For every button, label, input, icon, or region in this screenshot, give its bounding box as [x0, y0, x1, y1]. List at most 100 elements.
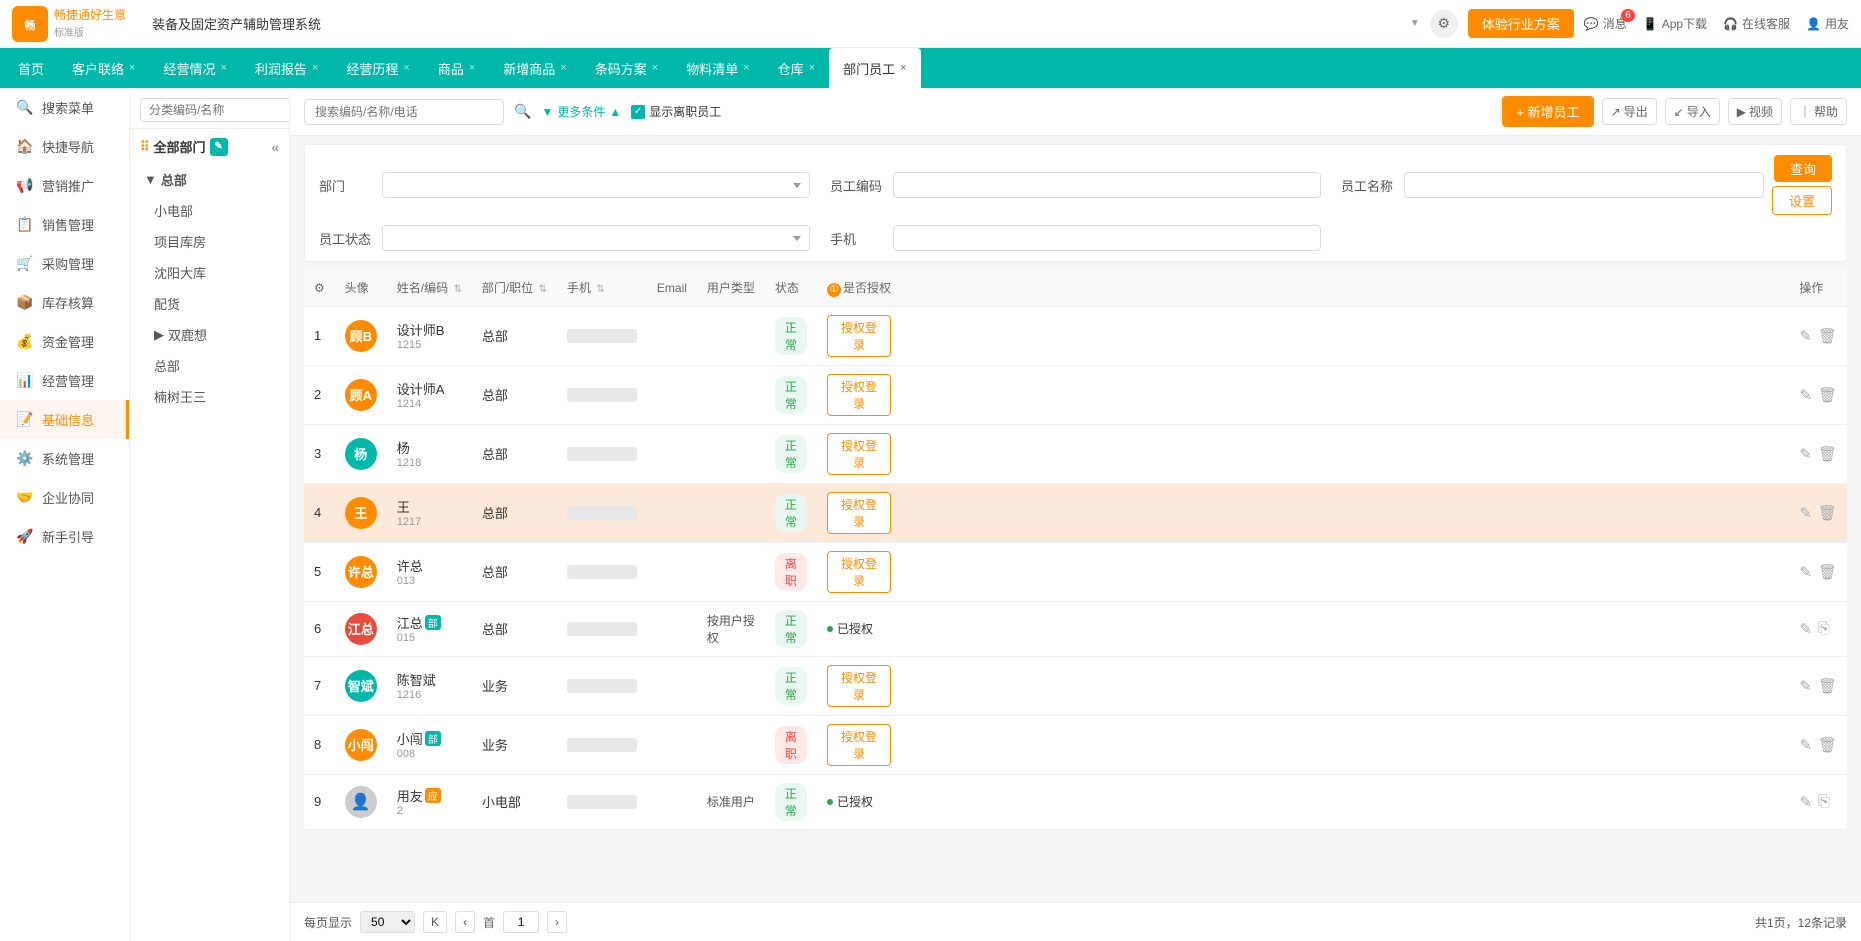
sidebar-item-marketing[interactable]: 📢 营销推广 — [0, 166, 129, 205]
dept-item-headquarter2[interactable]: 总部 — [130, 350, 289, 381]
prev-page-button[interactable]: ‹ — [455, 911, 475, 933]
export-button[interactable]: ↗ 导出 — [1602, 98, 1657, 125]
nav-tab-operation[interactable]: 经营情况 × — [149, 48, 240, 88]
first-page-button[interactable]: K — [423, 911, 447, 933]
emp-status-select[interactable] — [382, 225, 810, 251]
page-size-select[interactable]: 50 20 100 — [360, 911, 415, 933]
next-page-button[interactable]: › — [547, 911, 567, 933]
delete-icon[interactable]: 🗑 — [1818, 386, 1837, 404]
nav-tab-customer[interactable]: 客户联络 × — [58, 48, 149, 88]
nav-tab-profit[interactable]: 利润报告 × — [241, 48, 332, 88]
nav-tab-bom[interactable]: 物料清单 × — [672, 48, 763, 88]
help-button[interactable]: ｜ 帮助 — [1790, 98, 1847, 125]
nav-tab-new-goods[interactable]: 新增商品 × — [489, 48, 580, 88]
sidebar-item-purchase[interactable]: 🛒 采购管理 — [0, 244, 129, 283]
auth-button[interactable]: 授权登录 — [827, 433, 891, 475]
copy-icon[interactable]: ⎘ — [1818, 793, 1830, 811]
close-icon[interactable]: × — [129, 62, 135, 74]
edit-icon[interactable]: ✎ — [1799, 677, 1812, 695]
more-filter-button[interactable]: ▼ 更多条件 ▲ — [541, 103, 621, 120]
dept-filter-select[interactable] — [382, 172, 810, 198]
search-button[interactable]: 🔍 — [514, 103, 531, 120]
nav-tab-home[interactable]: 首页 — [4, 48, 58, 88]
import-button[interactable]: ↙ 导入 — [1665, 98, 1720, 125]
col-name-code[interactable]: 姓名/编码 ⇅ — [387, 270, 472, 306]
close-icon[interactable]: × — [403, 62, 409, 74]
auth-button[interactable]: 授权登录 — [827, 315, 891, 357]
close-icon[interactable]: × — [743, 62, 749, 74]
auth-button[interactable]: 授权登录 — [827, 492, 891, 534]
auth-button[interactable]: 授权登录 — [827, 665, 891, 707]
close-icon[interactable]: × — [809, 62, 815, 74]
sidebar-item-finance[interactable]: 💰 资金管理 — [0, 322, 129, 361]
nav-tab-history[interactable]: 经营历程 × — [332, 48, 423, 88]
close-icon[interactable]: × — [469, 62, 475, 74]
page-number-input[interactable] — [503, 911, 539, 933]
message-button[interactable]: 💬 消息 6 — [1584, 15, 1627, 32]
edit-icon[interactable]: ✎ — [1799, 736, 1812, 754]
search-input[interactable] — [304, 99, 504, 125]
nav-tab-warehouse[interactable]: 仓库 × — [764, 48, 829, 88]
edit-icon[interactable]: ✎ — [1799, 504, 1812, 522]
emp-code-input[interactable] — [893, 172, 1321, 198]
edit-icon[interactable]: ✎ — [1799, 793, 1812, 811]
col-settings[interactable]: ⚙ — [304, 270, 335, 306]
sidebar-item-search[interactable]: 🔍 搜索菜单 — [0, 88, 129, 127]
add-employee-button[interactable]: + 新增员工 — [1502, 96, 1593, 127]
sidebar-item-guide[interactable]: 🚀 新手引导 — [0, 517, 129, 556]
nav-tab-barcode[interactable]: 条码方案 × — [581, 48, 672, 88]
copy-icon[interactable]: ⎘ — [1818, 620, 1830, 638]
delete-icon[interactable]: 🗑 — [1818, 736, 1837, 754]
app-download-button[interactable]: 📱 App下载 — [1643, 15, 1707, 32]
sidebar-item-business[interactable]: 📊 经营管理 — [0, 361, 129, 400]
video-button[interactable]: ▶ 视频 — [1728, 98, 1782, 125]
dept-item-distribution[interactable]: 配货 — [130, 288, 289, 319]
online-service-button[interactable]: 🎧 在线客服 — [1723, 15, 1790, 32]
dept-edit-icon[interactable]: ✎ — [210, 138, 228, 156]
auth-button[interactable]: 授权登录 — [827, 551, 891, 593]
dept-item-headquarter[interactable]: ▼ 总部 — [130, 164, 289, 195]
system-dropdown-arrow[interactable]: ▼ — [1410, 18, 1420, 29]
collapse-tree-button[interactable]: « — [271, 139, 279, 155]
col-phone[interactable]: 手机 ⇅ — [557, 270, 647, 306]
edit-icon[interactable]: ✎ — [1799, 327, 1812, 345]
edit-icon[interactable]: ✎ — [1799, 620, 1812, 638]
dept-search-input[interactable] — [140, 98, 290, 122]
dept-item-project-warehouse[interactable]: 项目库房 — [130, 226, 289, 257]
sidebar-item-inventory[interactable]: 📦 库存核算 — [0, 283, 129, 322]
delete-icon[interactable]: 🗑 — [1818, 327, 1837, 345]
trial-button[interactable]: 体验行业方案 — [1468, 9, 1574, 38]
nav-tab-dept-staff[interactable]: 部门员工 × — [829, 48, 920, 88]
sidebar-item-sales[interactable]: 📋 销售管理 — [0, 205, 129, 244]
close-icon[interactable]: × — [900, 62, 906, 74]
edit-icon[interactable]: ✎ — [1799, 386, 1812, 404]
delete-icon[interactable]: 🗑 — [1818, 563, 1837, 581]
edit-icon[interactable]: ✎ — [1799, 563, 1812, 581]
sidebar-item-quick-nav[interactable]: 🏠 快捷导航 — [0, 127, 129, 166]
dept-item-nanshuwang[interactable]: 楠树王三 — [130, 381, 289, 412]
delete-icon[interactable]: 🗑 — [1818, 445, 1837, 463]
reset-button[interactable]: 设置 — [1772, 186, 1832, 215]
auth-button[interactable]: 授权登录 — [827, 724, 891, 766]
col-dept-position[interactable]: 部门/职位 ⇅ — [472, 270, 557, 306]
sidebar-item-basic-info[interactable]: 📝 基础信息 — [0, 400, 129, 439]
settings-button[interactable]: ⚙ — [1430, 10, 1458, 38]
close-icon[interactable]: × — [560, 62, 566, 74]
delete-icon[interactable]: 🗑 — [1818, 504, 1837, 522]
user-avatar-button[interactable]: 👤 用友 — [1806, 15, 1849, 32]
close-icon[interactable]: × — [312, 62, 318, 74]
phone-input[interactable] — [893, 225, 1321, 251]
dept-item-small-elec[interactable]: 小电部 — [130, 195, 289, 226]
query-button[interactable]: 查询 — [1774, 155, 1832, 182]
dept-item-shuanglu[interactable]: ▶ 双鹿想 — [130, 319, 289, 350]
delete-icon[interactable]: 🗑 — [1818, 677, 1837, 695]
close-icon[interactable]: × — [652, 62, 658, 74]
emp-name-input[interactable] — [1404, 172, 1764, 198]
sidebar-item-collab[interactable]: 🤝 企业协同 — [0, 478, 129, 517]
auth-button[interactable]: 授权登录 — [827, 374, 891, 416]
sidebar-item-system[interactable]: ⚙️ 系统管理 — [0, 439, 129, 478]
dept-item-shenyang[interactable]: 沈阳大库 — [130, 257, 289, 288]
edit-icon[interactable]: ✎ — [1799, 445, 1812, 463]
close-icon[interactable]: × — [220, 62, 226, 74]
nav-tab-goods[interactable]: 商品 × — [424, 48, 489, 88]
